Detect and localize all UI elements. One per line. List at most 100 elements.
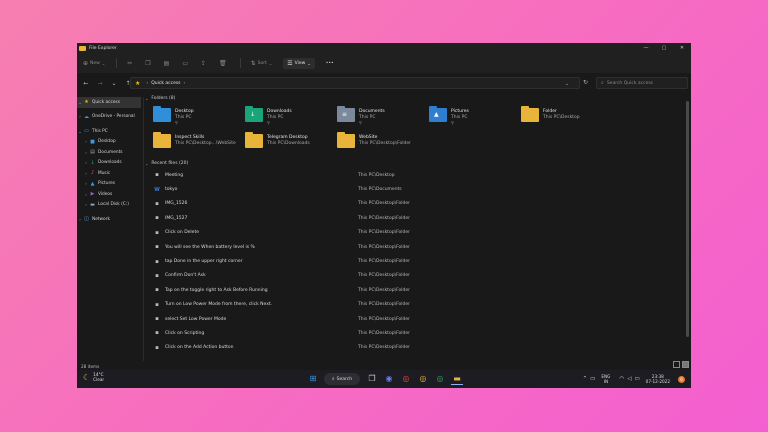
- folder-tile[interactable]: ↓ Downloads This PC ⚲: [237, 103, 329, 127]
- address-bar[interactable]: ★ › Quick access › ⌄: [130, 77, 580, 89]
- taskbar-search-label: Search: [336, 376, 353, 382]
- file-location: This PC\Desktop\Folder: [358, 330, 410, 336]
- rename-button[interactable]: ▭: [182, 60, 190, 67]
- sidebar-item-network[interactable]: › ◫ Network: [77, 214, 141, 225]
- windows-start-icon[interactable]: ⊞: [307, 373, 319, 385]
- wifi-icon[interactable]: ◠: [619, 376, 624, 382]
- back-arrow-icon[interactable]: ←: [79, 80, 93, 87]
- folder-icon: ▲: [429, 106, 447, 122]
- tiles-view-button[interactable]: [682, 361, 689, 368]
- recent-locations-chevron-icon[interactable]: ⌄: [107, 80, 121, 87]
- task-view-icon[interactable]: ❐: [366, 373, 378, 385]
- list-item[interactable]: ▪ Turn on Low Power Mode from there, clic…: [145, 298, 685, 312]
- folder-tile[interactable]: Desktop This PC ⚲: [145, 103, 237, 127]
- videos-icon: ▶: [90, 191, 95, 198]
- file-explorer-icon[interactable]: ▬: [451, 373, 463, 385]
- desktop-screen: File Explorer — ▢ ✕ ⊕ New ⌄ ✂ ❐ ▤ ▭ ⇪ 🗑 …: [77, 43, 691, 388]
- chevron-up-icon[interactable]: ⌃: [583, 376, 588, 382]
- file-name: Meeting: [165, 172, 184, 178]
- folder-tile[interactable]: Folder This PC\Desktop: [513, 103, 605, 127]
- search-placeholder: Search Quick access: [606, 80, 654, 86]
- command-bar: ⊕ New ⌄ ✂ ❐ ▤ ▭ ⇪ 🗑 ⇅ Sort ⌄ ☰ View ⌄ ••…: [77, 53, 691, 73]
- list-item[interactable]: ▪ You will see the When battery level is …: [145, 240, 685, 254]
- chevron-down-icon: ⌄: [145, 96, 149, 101]
- sidebar-item-quick-access[interactable]: ⌄ ★ Quick access: [77, 97, 141, 108]
- sidebar-item-music[interactable]: › ♪ Music: [77, 168, 141, 179]
- paste-button[interactable]: ▤: [164, 60, 172, 67]
- sidebar-item-videos[interactable]: › ▶ Videos: [77, 189, 141, 200]
- vertical-scrollbar[interactable]: [686, 101, 689, 337]
- folder-tile[interactable]: Inspect Skills This PC\Desktop...\WebSite: [145, 129, 237, 153]
- sidebar-item-pictures[interactable]: › ▲ Pictures: [77, 179, 141, 190]
- notification-badge[interactable]: 6: [678, 375, 685, 383]
- forward-arrow-icon[interactable]: →: [93, 80, 107, 87]
- sidebar-item-documents[interactable]: › ▤ Documents: [77, 147, 141, 158]
- tray-app-icon[interactable]: ▭: [590, 376, 595, 382]
- plus-icon: ⊕: [83, 59, 89, 67]
- list-item[interactable]: Wtokyo This PC\Documents: [145, 182, 685, 196]
- folder-tile[interactable]: ▲ Pictures This PC ⚲: [421, 103, 513, 127]
- chevron-down-icon: ⌄: [307, 60, 311, 66]
- file-location: This PC\Desktop\Folder: [358, 287, 410, 293]
- folder-icon: [153, 106, 171, 122]
- sidebar-item-downloads[interactable]: › ↓ Downloads: [77, 158, 141, 169]
- list-item[interactable]: ▪ IMG_1526 This PC\Desktop\Folder: [145, 197, 685, 211]
- delete-button[interactable]: 🗑: [219, 60, 229, 67]
- close-button[interactable]: ✕: [673, 43, 691, 53]
- sort-button[interactable]: ⇅ Sort ⌄: [251, 60, 273, 67]
- maximize-button[interactable]: ▢: [655, 43, 673, 53]
- refresh-icon[interactable]: ↻: [583, 77, 588, 89]
- minimize-button[interactable]: —: [637, 43, 655, 53]
- cloud-icon: ☁: [84, 113, 89, 120]
- list-item[interactable]: ▪ tap Done in the upper right corner This …: [145, 254, 685, 268]
- list-item[interactable]: ▪ Click on Delete This PC\Desktop\Folder: [145, 226, 685, 240]
- sidebar-item-label: Pictures: [98, 181, 116, 187]
- details-view-button[interactable]: [673, 361, 680, 368]
- volume-icon[interactable]: ◁: [627, 376, 631, 382]
- taskbar-search-button[interactable]: ⌕ Search: [324, 373, 360, 385]
- chat-icon[interactable]: ◉: [383, 373, 395, 385]
- cut-button[interactable]: ✂: [127, 60, 134, 67]
- list-item[interactable]: ▪ Click on the Add Action button This PC\D…: [145, 341, 685, 355]
- chrome-icon[interactable]: ◎: [400, 373, 412, 385]
- chrome-profile-icon[interactable]: ◎: [417, 373, 429, 385]
- file-name: You will see the When battery level is %: [165, 244, 255, 250]
- more-options-button[interactable]: •••: [326, 61, 334, 66]
- share-icon: ⇪: [200, 59, 207, 67]
- file-name: select Set Low Power Mode: [165, 316, 227, 322]
- folder-tile[interactable]: WebSite This PC\Desktop\Folder: [329, 129, 421, 153]
- list-item[interactable]: ▪ Click on Scripting This PC\Desktop\Folde…: [145, 326, 685, 340]
- recent-section-header[interactable]: ⌄ Recent files (20): [145, 159, 685, 168]
- breadcrumb-quick-access[interactable]: Quick access: [151, 81, 180, 86]
- search-input[interactable]: ⌕ Search Quick access: [596, 77, 688, 89]
- chrome-alt-icon[interactable]: ◎: [434, 373, 446, 385]
- sidebar-item-label: Network: [92, 216, 110, 222]
- list-item[interactable]: ▪ Confirm Don't Ask This PC\Desktop\Folder: [145, 269, 685, 283]
- folders-section-header[interactable]: ⌄ Folders (8): [145, 94, 685, 103]
- list-item[interactable]: ▪ Meeting This PC\Desktop: [145, 168, 685, 182]
- folder-tile[interactable]: ≡ Documents This PC ⚲: [329, 103, 421, 127]
- list-item[interactable]: ▪ select Set Low Power Mode This PC\Deskto…: [145, 312, 685, 326]
- folder-path: This PC\Downloads: [267, 140, 310, 146]
- list-item[interactable]: ▪ Tap on the toggle right to Ask Before R…: [145, 283, 685, 297]
- folder-tile[interactable]: Telegram Desktop This PC\Downloads: [237, 129, 329, 153]
- sidebar-item-desktop[interactable]: › ■ Desktop: [77, 137, 141, 148]
- copy-button[interactable]: ❐: [145, 60, 152, 67]
- sidebar-item-this-pc[interactable]: ⌄ ▭ This PC: [77, 126, 141, 137]
- sidebar-item-onedrive[interactable]: › ☁ OneDrive - Personal: [77, 112, 141, 123]
- chevron-down-icon: ⌄: [101, 60, 106, 66]
- new-button[interactable]: ⊕ New ⌄: [83, 60, 105, 67]
- battery-icon[interactable]: ▭: [634, 376, 639, 382]
- taskbar: ☾ 14°C Clear ⊞ ⌕ Search ❐ ◉ ◎ ◎ ◎ ▬ ⌃ ▭ …: [77, 370, 691, 388]
- share-button[interactable]: ⇪: [201, 60, 208, 67]
- chevron-down-icon[interactable]: ⌄: [565, 78, 569, 90]
- clock[interactable]: 23:38 07-12-2022: [646, 374, 670, 384]
- view-button[interactable]: ☰ View ⌄: [283, 57, 315, 69]
- language-indicator[interactable]: ENG IN: [601, 374, 610, 384]
- sort-icon: ⇅: [250, 59, 256, 67]
- file-name: tokyo: [165, 187, 178, 193]
- weather-widget[interactable]: ☾ 14°C Clear: [83, 372, 104, 382]
- list-item[interactable]: ▪ IMG_1527 This PC\Desktop\Folder: [145, 211, 685, 225]
- trash-icon: 🗑: [219, 59, 227, 67]
- sidebar-item-local-disk[interactable]: › ▬ Local Disk (C:): [77, 200, 141, 211]
